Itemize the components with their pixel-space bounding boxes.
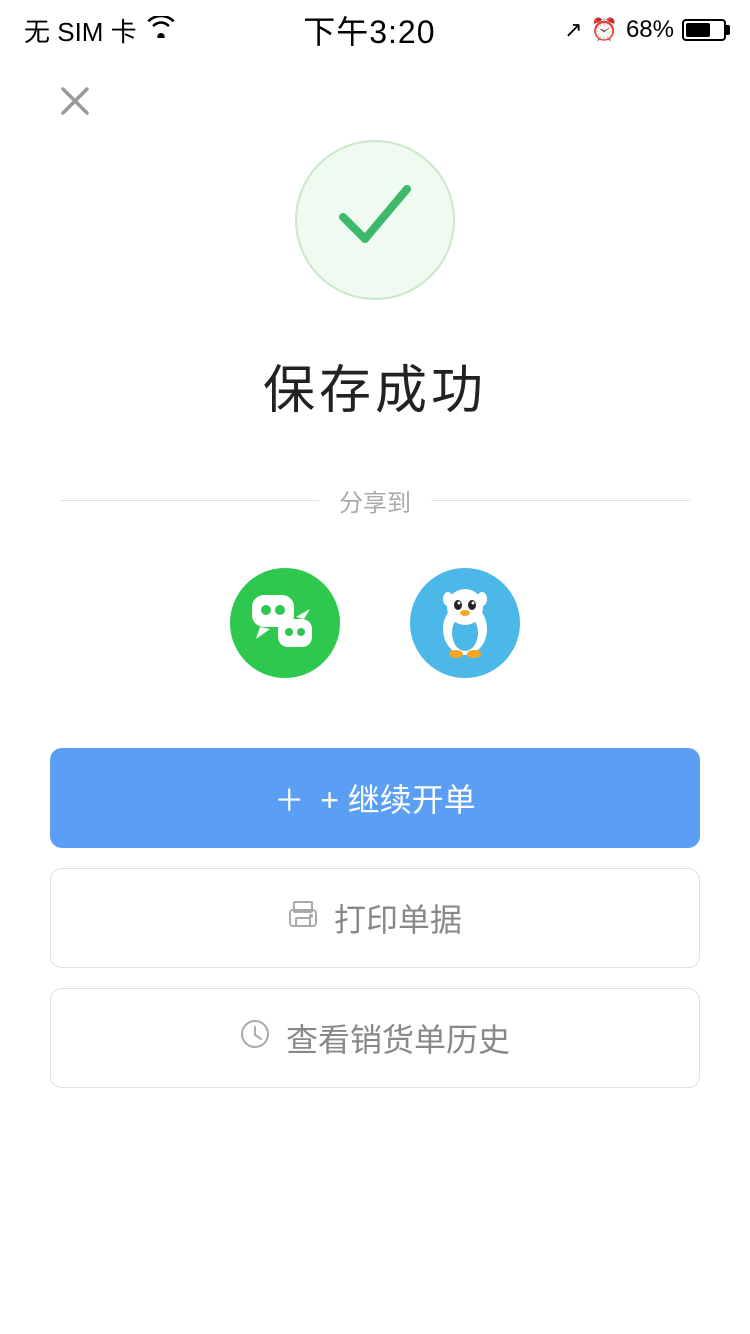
history-button[interactable]: 查看销货单历史 xyxy=(50,988,700,1088)
success-circle xyxy=(295,140,455,300)
status-time: 下午3:20 xyxy=(303,7,435,53)
print-label: 打印单据 xyxy=(334,895,462,941)
wechat-share-button[interactable] xyxy=(230,568,340,678)
carrier-label: 无 SIM 卡 xyxy=(24,12,137,49)
wifi-icon xyxy=(147,16,175,45)
success-section: 保存成功 xyxy=(0,140,750,423)
print-button[interactable]: 打印单据 xyxy=(50,868,700,968)
divider-right xyxy=(431,500,690,501)
status-right: ↗ ⏰ 68% xyxy=(564,16,726,44)
share-section: 分享到 xyxy=(0,483,750,678)
qq-icon xyxy=(434,587,496,659)
history-icon xyxy=(240,1019,270,1057)
close-icon xyxy=(57,83,93,119)
continue-order-button[interactable]: ＋ + 继续开单 xyxy=(50,748,700,848)
success-title: 保存成功 xyxy=(263,348,487,423)
qq-share-button[interactable] xyxy=(410,568,520,678)
close-button[interactable] xyxy=(50,76,100,126)
status-left: 无 SIM 卡 xyxy=(24,12,175,49)
location-icon: ↗ xyxy=(564,17,582,43)
action-buttons: ＋ + 继续开单 打印单据 查看销货单历史 xyxy=(0,748,750,1088)
wechat-icon xyxy=(252,595,318,651)
print-icon xyxy=(288,900,318,936)
plus-icon: ＋ xyxy=(274,776,304,820)
divider-left xyxy=(60,500,319,501)
checkmark-icon xyxy=(335,179,415,262)
share-label: 分享到 xyxy=(339,483,411,518)
battery-level: 68% xyxy=(626,16,674,44)
continue-order-label: + 继续开单 xyxy=(320,775,476,821)
alarm-icon: ⏰ xyxy=(591,17,618,43)
history-label: 查看销货单历史 xyxy=(286,1015,510,1061)
status-bar: 无 SIM 卡 下午3:20 ↗ ⏰ 68% xyxy=(0,0,750,60)
share-icons xyxy=(60,568,690,678)
share-divider: 分享到 xyxy=(60,483,690,518)
battery-icon xyxy=(682,19,726,41)
